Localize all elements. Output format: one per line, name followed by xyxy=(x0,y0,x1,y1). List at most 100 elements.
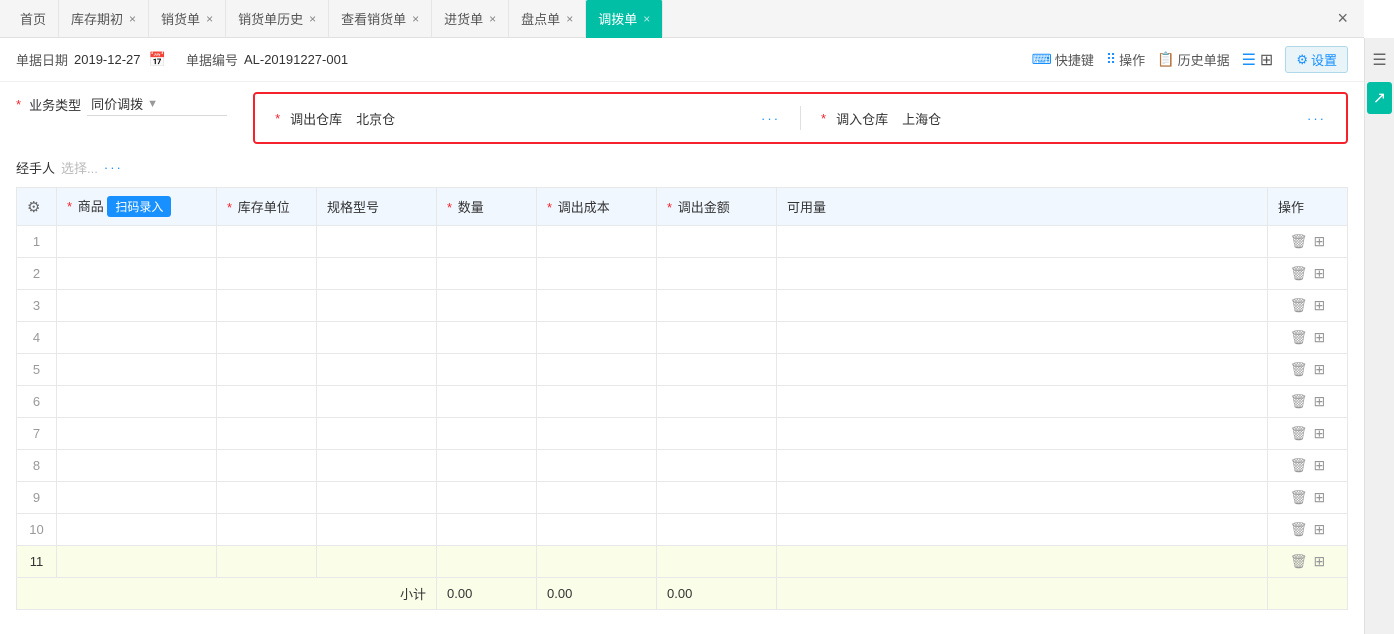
amount-cell-7[interactable] xyxy=(657,418,777,450)
cost-cell-2[interactable] xyxy=(537,258,657,290)
delete-icon-1[interactable]: 🗑 xyxy=(1290,233,1308,250)
tab-sales-order[interactable]: 销货单 × xyxy=(149,0,226,38)
unit-cell-5[interactable] xyxy=(217,354,317,386)
quantity-cell-6[interactable] xyxy=(437,386,537,418)
product-cell-5[interactable] xyxy=(57,354,217,386)
amount-cell-5[interactable] xyxy=(657,354,777,386)
copy-icon-11[interactable]: ⊞ xyxy=(1314,553,1326,570)
delete-icon-2[interactable]: 🗑 xyxy=(1290,265,1308,282)
delete-icon-11[interactable]: 🗑 xyxy=(1290,553,1308,570)
cost-cell-8[interactable] xyxy=(537,450,657,482)
cost-cell-4[interactable] xyxy=(537,322,657,354)
product-cell-10[interactable] xyxy=(57,514,217,546)
copy-icon-2[interactable]: ⊞ xyxy=(1314,265,1326,282)
product-cell-1[interactable] xyxy=(57,226,217,258)
transfer-in-dots[interactable]: ··· xyxy=(1307,111,1326,126)
spec-cell-7[interactable] xyxy=(317,418,437,450)
cost-cell-3[interactable] xyxy=(537,290,657,322)
business-type-select[interactable]: 同价调拨 ▼ xyxy=(87,92,227,116)
sidebar-export-icon[interactable]: ↗ xyxy=(1367,82,1392,114)
tab-inventory-count[interactable]: 盘点单 × xyxy=(509,0,586,38)
tab-transfer-order[interactable]: 调拨单 × xyxy=(586,0,663,38)
scan-button[interactable]: 扫码录入 xyxy=(107,196,171,217)
copy-icon-8[interactable]: ⊞ xyxy=(1314,457,1326,474)
cost-cell-10[interactable] xyxy=(537,514,657,546)
close-tab-sales-order[interactable]: × xyxy=(206,12,213,26)
close-tab-purchase-order[interactable]: × xyxy=(489,12,496,26)
unit-cell-9[interactable] xyxy=(217,482,317,514)
delete-icon-8[interactable]: 🗑 xyxy=(1290,457,1308,474)
unit-cell-1[interactable] xyxy=(217,226,317,258)
delete-icon-5[interactable]: 🗑 xyxy=(1290,361,1308,378)
spec-cell-6[interactable] xyxy=(317,386,437,418)
spec-cell-4[interactable] xyxy=(317,322,437,354)
quantity-cell-4[interactable] xyxy=(437,322,537,354)
delete-icon-7[interactable]: 🗑 xyxy=(1290,425,1308,442)
product-cell-8[interactable] xyxy=(57,450,217,482)
close-tab-sales-history[interactable]: × xyxy=(309,12,316,26)
tab-home[interactable]: 首页 xyxy=(8,0,59,38)
close-tab-view-sales[interactable]: × xyxy=(412,12,419,26)
close-all-tabs[interactable]: × xyxy=(1329,8,1356,29)
spec-cell-9[interactable] xyxy=(317,482,437,514)
product-cell-11[interactable] xyxy=(57,546,217,578)
quantity-cell-8[interactable] xyxy=(437,450,537,482)
unit-cell-7[interactable] xyxy=(217,418,317,450)
list-view-icon[interactable]: ☰ xyxy=(1242,50,1256,70)
quantity-cell-7[interactable] xyxy=(437,418,537,450)
calendar-icon[interactable]: 📅 xyxy=(149,51,166,68)
cost-cell-6[interactable] xyxy=(537,386,657,418)
spec-cell-1[interactable] xyxy=(317,226,437,258)
quantity-cell-5[interactable] xyxy=(437,354,537,386)
sidebar-list-icon[interactable]: ☰ xyxy=(1368,46,1390,74)
delete-icon-10[interactable]: 🗑 xyxy=(1290,521,1308,538)
tab-sales-history[interactable]: 销货单历史 × xyxy=(226,0,329,38)
tab-purchase-order[interactable]: 进货单 × xyxy=(432,0,509,38)
quantity-cell-10[interactable] xyxy=(437,514,537,546)
unit-cell-6[interactable] xyxy=(217,386,317,418)
product-cell-7[interactable] xyxy=(57,418,217,450)
cost-cell-5[interactable] xyxy=(537,354,657,386)
history-action[interactable]: 📋 历史单据 xyxy=(1157,50,1229,69)
product-cell-9[interactable] xyxy=(57,482,217,514)
unit-cell-8[interactable] xyxy=(217,450,317,482)
copy-icon-6[interactable]: ⊞ xyxy=(1314,393,1326,410)
cost-cell-1[interactable] xyxy=(537,226,657,258)
spec-cell-2[interactable] xyxy=(317,258,437,290)
shortcut-action[interactable]: ⌨ 快捷键 xyxy=(1032,50,1094,69)
product-cell-3[interactable] xyxy=(57,290,217,322)
unit-cell-4[interactable] xyxy=(217,322,317,354)
delete-icon-4[interactable]: 🗑 xyxy=(1290,329,1308,346)
amount-cell-6[interactable] xyxy=(657,386,777,418)
product-cell-2[interactable] xyxy=(57,258,217,290)
unit-cell-3[interactable] xyxy=(217,290,317,322)
copy-icon-4[interactable]: ⊞ xyxy=(1314,329,1326,346)
amount-cell-9[interactable] xyxy=(657,482,777,514)
grid-view-icon[interactable]: ⊞ xyxy=(1260,50,1273,70)
handler-dots[interactable]: ··· xyxy=(104,160,123,175)
copy-icon-10[interactable]: ⊞ xyxy=(1314,521,1326,538)
copy-icon-9[interactable]: ⊞ xyxy=(1314,489,1326,506)
close-tab-transfer-order[interactable]: × xyxy=(643,12,650,26)
operation-action[interactable]: ⠿ 操作 xyxy=(1106,50,1145,69)
delete-icon-6[interactable]: 🗑 xyxy=(1290,393,1308,410)
amount-cell-2[interactable] xyxy=(657,258,777,290)
spec-cell-5[interactable] xyxy=(317,354,437,386)
table-settings-icon[interactable]: ⚙ xyxy=(27,199,40,216)
amount-cell-1[interactable] xyxy=(657,226,777,258)
spec-cell-10[interactable] xyxy=(317,514,437,546)
handler-value[interactable]: 选择... xyxy=(61,158,98,177)
delete-icon-9[interactable]: 🗑 xyxy=(1290,489,1308,506)
copy-icon-3[interactable]: ⊞ xyxy=(1314,297,1326,314)
quantity-cell-2[interactable] xyxy=(437,258,537,290)
copy-icon-5[interactable]: ⊞ xyxy=(1314,361,1326,378)
cost-cell-9[interactable] xyxy=(537,482,657,514)
product-cell-6[interactable] xyxy=(57,386,217,418)
quantity-cell-9[interactable] xyxy=(437,482,537,514)
tab-inventory-init[interactable]: 库存期初 × xyxy=(59,0,149,38)
close-tab-inventory-init[interactable]: × xyxy=(129,12,136,26)
spec-cell-3[interactable] xyxy=(317,290,437,322)
settings-button[interactable]: ⚙ 设置 xyxy=(1285,46,1348,73)
tab-view-sales[interactable]: 查看销货单 × xyxy=(329,0,432,38)
copy-icon-7[interactable]: ⊞ xyxy=(1314,425,1326,442)
